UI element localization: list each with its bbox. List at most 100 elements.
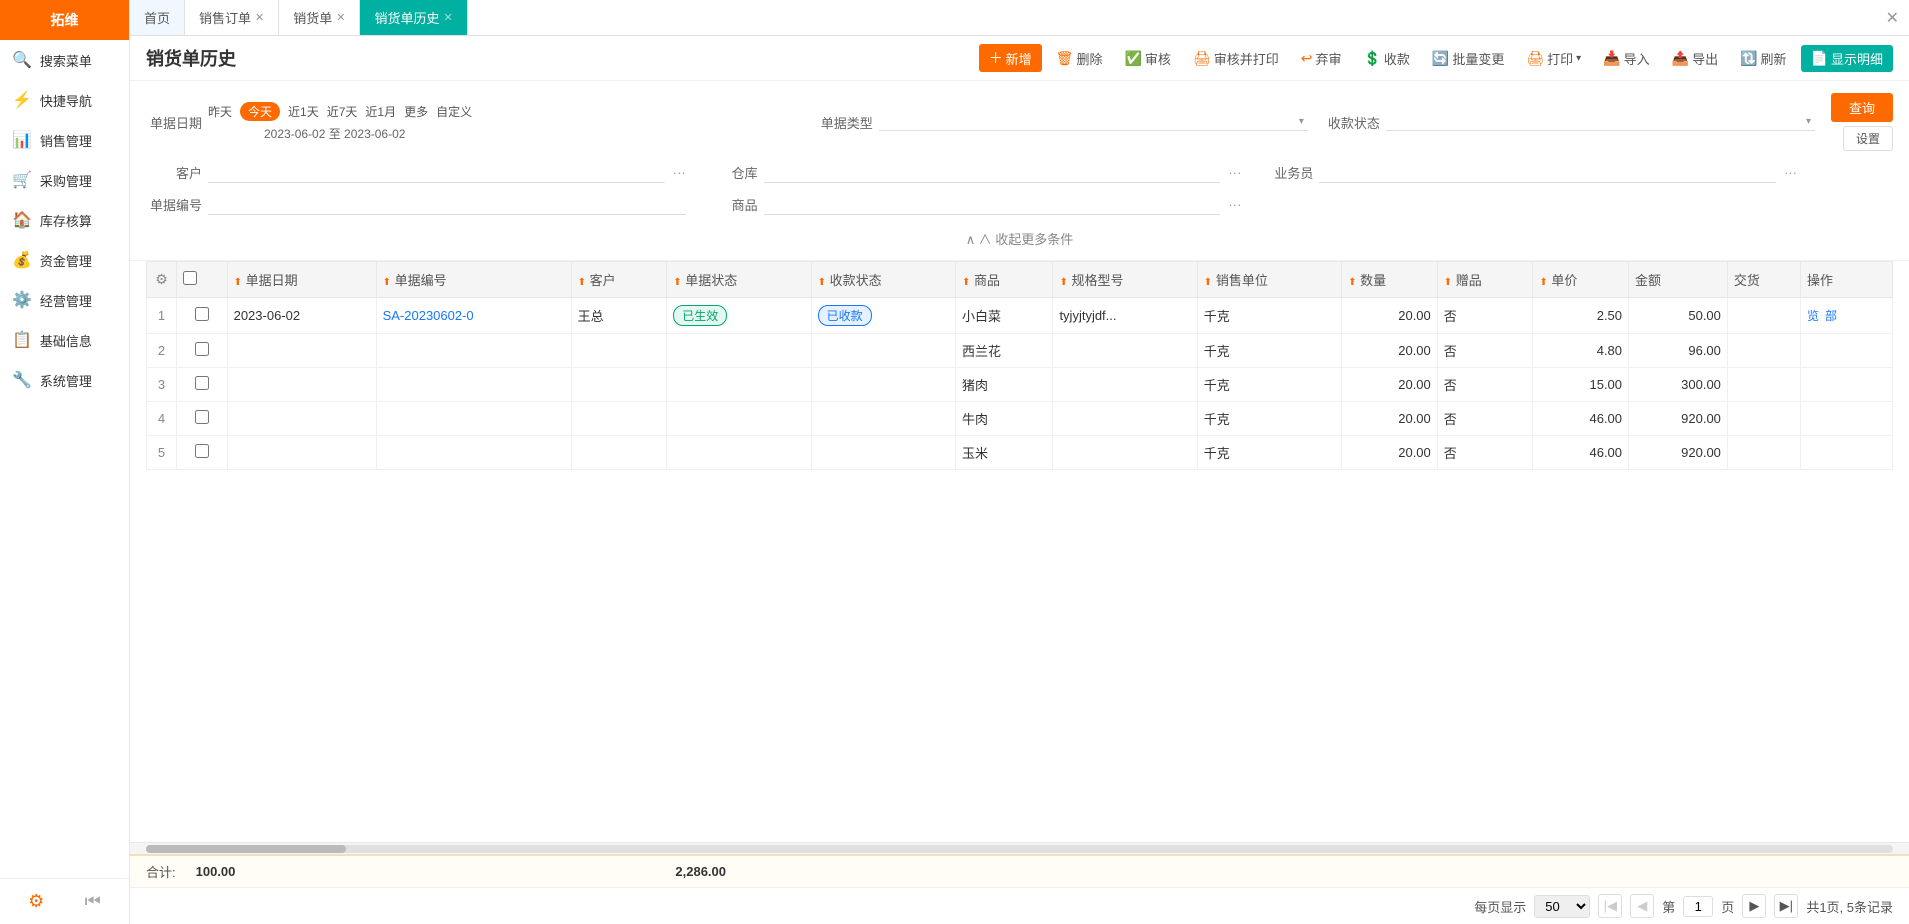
date-opt-1day[interactable]: 近1天 [288, 103, 319, 120]
table-col-date[interactable]: ⬆ 单据日期 [227, 262, 376, 298]
sidebar-item-basic-info[interactable]: 📋 基础信息 [0, 320, 129, 360]
date-opt-more[interactable]: 更多 [404, 103, 428, 120]
table-col-delivery[interactable]: 交货 [1727, 262, 1800, 298]
sidebar-item-label: 快捷导航 [40, 91, 92, 110]
table-gear-header[interactable]: ⚙ [147, 262, 177, 298]
tab-sales-history[interactable]: 销货单历史 ✕ [360, 0, 467, 35]
sort-docnum-icon: ⬆ [383, 277, 391, 288]
sidebar-item-search-menu[interactable]: 🔍 搜索菜单 [0, 40, 129, 80]
row-checkbox[interactable] [195, 342, 209, 356]
table-checkbox-header[interactable] [177, 262, 228, 298]
sidebar-settings-icon[interactable]: ⚙ [28, 891, 44, 912]
cell-customer [571, 334, 667, 368]
table-col-goods[interactable]: ⬆ 商品 [955, 262, 1052, 298]
sidebar-item-purchase-mgmt[interactable]: 🛒 采购管理 [0, 160, 129, 200]
cell-check[interactable] [177, 402, 228, 436]
table-col-amount[interactable]: 金额 [1629, 262, 1728, 298]
table-col-qty[interactable]: ⬆ 数量 [1342, 262, 1438, 298]
filter-setting-button[interactable]: 设置 [1843, 126, 1893, 151]
action-link[interactable]: 部 [1825, 309, 1837, 323]
date-opt-today[interactable]: 今天 [240, 102, 280, 121]
filter-warehouse-dots-icon[interactable]: ··· [1228, 165, 1241, 180]
doc-number-link[interactable]: SA-20230602-0 [383, 308, 474, 323]
collect-button[interactable]: 💲 收款 [1355, 45, 1417, 72]
table-col-docnum[interactable]: ⬆ 单据编号 [376, 262, 571, 298]
filter-doctype-select[interactable]: ▾ [879, 113, 1308, 131]
tab-sales-history-close-icon[interactable]: ✕ [444, 11, 453, 24]
sidebar-item-sales-mgmt[interactable]: 📊 销售管理 [0, 120, 129, 160]
abandon-button[interactable]: ↩ 弃审 [1293, 45, 1350, 72]
cell-docnum [376, 436, 571, 470]
new-button[interactable]: ＋ 新增 [979, 44, 1042, 72]
cell-date [227, 436, 376, 470]
page-size-select[interactable]: 50 100 200 [1534, 895, 1590, 918]
tab-sales-order[interactable]: 销售订单 ✕ [185, 0, 279, 35]
table-col-customer[interactable]: ⬆ 客户 [571, 262, 667, 298]
filter-docnum-input[interactable] [208, 193, 686, 215]
row-checkbox[interactable] [195, 444, 209, 458]
table-col-gift[interactable]: ⬆ 赠品 [1437, 262, 1533, 298]
sidebar-item-label: 基础信息 [40, 331, 92, 350]
last-page-button[interactable]: ▶| [1774, 894, 1798, 918]
next-page-button[interactable]: ▶ [1742, 894, 1766, 918]
table-gear-icon[interactable]: ⚙ [155, 271, 168, 287]
table-scrollbar[interactable] [130, 842, 1909, 854]
table-col-collect-status[interactable]: ⬆ 收款状态 [811, 262, 955, 298]
sidebar-item-ops-mgmt[interactable]: ⚙️ 经营管理 [0, 280, 129, 320]
sidebar-item-quick-nav[interactable]: ⚡ 快捷导航 [0, 80, 129, 120]
cell-check[interactable] [177, 368, 228, 402]
current-page-input[interactable] [1683, 896, 1713, 917]
cell-check[interactable] [177, 436, 228, 470]
sort-customer-icon: ⬆ [578, 277, 586, 288]
refresh-button[interactable]: 🔃 刷新 [1732, 45, 1794, 72]
table-col-spec[interactable]: ⬆ 规格型号 [1053, 262, 1197, 298]
filter-customer-input[interactable] [208, 161, 665, 183]
date-opt-7day[interactable]: 近7天 [327, 103, 358, 120]
filter-goods-input[interactable] [764, 193, 1221, 215]
cell-check[interactable] [177, 298, 228, 334]
filter-salesperson-input[interactable] [1319, 161, 1776, 183]
table-row: 2西兰花千克20.00否4.8096.00 [147, 334, 1893, 368]
show-detail-button[interactable]: 📄 显示明细 [1801, 45, 1893, 72]
review-print-button[interactable]: 🖨 审核并打印 [1185, 45, 1287, 72]
scrollbar-thumb[interactable] [146, 845, 346, 853]
sidebar-item-sys-mgmt[interactable]: 🔧 系统管理 [0, 360, 129, 400]
table-col-unit[interactable]: ⬆ 销售单位 [1197, 262, 1341, 298]
row-checkbox[interactable] [195, 410, 209, 424]
import-button[interactable]: 📥 导入 [1595, 45, 1657, 72]
sidebar-collapse-icon[interactable]: ⏮ [85, 891, 101, 912]
batch-change-button[interactable]: 🔄 批量变更 [1424, 45, 1512, 72]
select-all-checkbox[interactable] [183, 271, 197, 285]
query-button[interactable]: 查询 [1831, 93, 1893, 122]
tab-home[interactable]: 首页 [130, 0, 185, 35]
filter-warehouse-input[interactable] [764, 161, 1221, 183]
export-button[interactable]: 📤 导出 [1664, 45, 1726, 72]
filter-customer-dots-icon[interactable]: ··· [673, 165, 686, 180]
filter-collect-status-select[interactable]: ▾ [1386, 113, 1815, 131]
filter-collapse-row[interactable]: ∧ ∧ 收起更多条件 [146, 225, 1893, 256]
action-link[interactable]: 览 [1807, 309, 1819, 323]
row-checkbox[interactable] [195, 376, 209, 390]
table-col-doc-status[interactable]: ⬆ 单据状态 [667, 262, 811, 298]
print-button[interactable]: 🖨 打印 ▾ [1518, 45, 1589, 72]
sidebar-item-inventory[interactable]: 🏠 库存核算 [0, 200, 129, 240]
date-opt-custom[interactable]: 自定义 [436, 103, 472, 120]
delete-button[interactable]: 🗑 删除 [1048, 45, 1111, 72]
table-col-price[interactable]: ⬆ 单价 [1533, 262, 1629, 298]
date-opt-1month[interactable]: 近1月 [365, 103, 396, 120]
tab-sales-delivery-close-icon[interactable]: ✕ [336, 11, 345, 24]
sidebar-item-finance-mgmt[interactable]: 💰 资金管理 [0, 240, 129, 280]
tab-sales-order-close-icon[interactable]: ✕ [255, 11, 264, 24]
date-opt-yesterday[interactable]: 昨天 [208, 103, 232, 120]
tab-sales-delivery[interactable]: 销货单 ✕ [279, 0, 360, 35]
cell-check[interactable] [177, 334, 228, 368]
prev-page-button[interactable]: ◀ [1630, 894, 1654, 918]
filter-salesperson-dots-icon[interactable]: ··· [1784, 165, 1797, 180]
row-checkbox[interactable] [195, 307, 209, 321]
review-button[interactable]: ✅ 审核 [1116, 45, 1178, 72]
filter-goods-dots-icon[interactable]: ··· [1228, 197, 1241, 212]
tabs-close-all[interactable]: ✕ [1886, 8, 1909, 28]
first-page-button[interactable]: |◀ [1598, 894, 1622, 918]
sort-unit-icon: ⬆ [1204, 277, 1212, 288]
sidebar-bottom: ⚙ ⏮ [0, 878, 129, 924]
